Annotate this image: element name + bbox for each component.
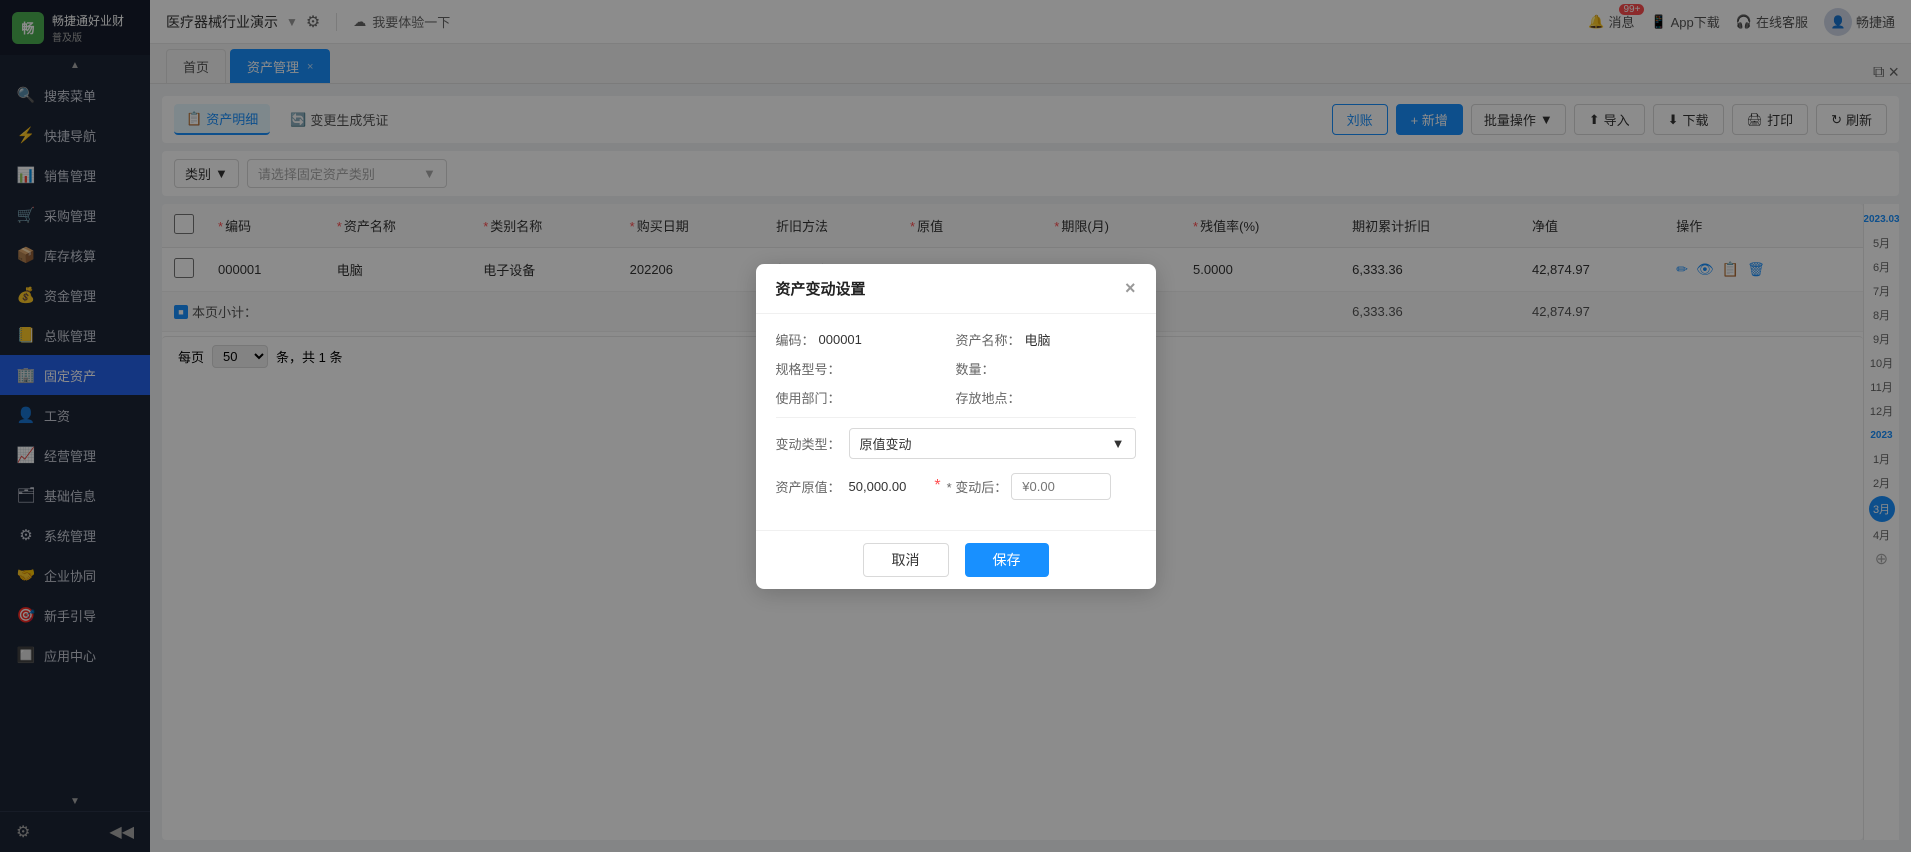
dialog-info-row-1: 编码： 000001 资产名称： 电脑: [776, 330, 1136, 349]
dialog-change-type-select[interactable]: 原值变动 ▼: [849, 428, 1136, 459]
dialog-quantity-col: 数量：: [956, 359, 1136, 378]
cancel-button[interactable]: 取消: [863, 543, 949, 577]
dialog-info-row-3: 使用部门： 存放地点：: [776, 388, 1136, 407]
asset-change-dialog: 资产变动设置 × 编码： 000001 资产名称： 电脑 规格型号：: [756, 264, 1156, 589]
dialog-department-col: 使用部门：: [776, 388, 956, 407]
modal-overlay: 资产变动设置 × 编码： 000001 资产名称： 电脑 规格型号：: [0, 0, 1911, 852]
dialog-quantity-label: 数量：: [956, 359, 995, 378]
change-type-arrow-icon: ▼: [1112, 436, 1125, 451]
dialog-asset-value: 50,000.00: [849, 479, 907, 494]
dialog-header: 资产变动设置 ×: [756, 264, 1156, 314]
dialog-location-col: 存放地点：: [956, 388, 1136, 407]
dialog-asset-value-label: 资产原值：: [776, 477, 841, 496]
dialog-form-change-type-row: 变动类型： 原值变动 ▼: [776, 428, 1136, 459]
dialog-department-label: 使用部门：: [776, 388, 841, 407]
dialog-spec-label: 规格型号：: [776, 359, 841, 378]
dialog-asset-name-value: 电脑: [1025, 330, 1051, 349]
dialog-divider: [776, 417, 1136, 418]
dialog-location-label: 存放地点：: [956, 388, 1021, 407]
save-button[interactable]: 保存: [965, 543, 1049, 577]
dialog-after-change-label: * 变动后：: [947, 477, 1008, 496]
dialog-body: 编码： 000001 资产名称： 电脑 规格型号： 数量：: [756, 314, 1156, 530]
after-change-input[interactable]: [1011, 473, 1111, 500]
dialog-footer: 取消 保存: [756, 530, 1156, 589]
dialog-title: 资产变动设置: [776, 278, 866, 299]
dialog-asset-name-label: 资产名称：: [956, 330, 1021, 349]
dialog-spec-col: 规格型号：: [776, 359, 956, 378]
dialog-info-row-2: 规格型号： 数量：: [776, 359, 1136, 378]
dialog-code-value: 000001: [819, 332, 862, 347]
required-star: *: [934, 477, 940, 495]
dialog-change-type-label: 变动类型：: [776, 434, 841, 453]
dialog-close-btn[interactable]: ×: [1125, 278, 1136, 299]
dialog-code-col: 编码： 000001: [776, 330, 956, 349]
dialog-after-change-group: * * 变动后：: [934, 473, 1111, 500]
dialog-code-label: 编码：: [776, 330, 815, 349]
change-type-value: 原值变动: [860, 434, 912, 453]
dialog-asset-name-col: 资产名称： 电脑: [956, 330, 1136, 349]
dialog-form-asset-value-row: 资产原值： 50,000.00 * * 变动后：: [776, 473, 1136, 500]
